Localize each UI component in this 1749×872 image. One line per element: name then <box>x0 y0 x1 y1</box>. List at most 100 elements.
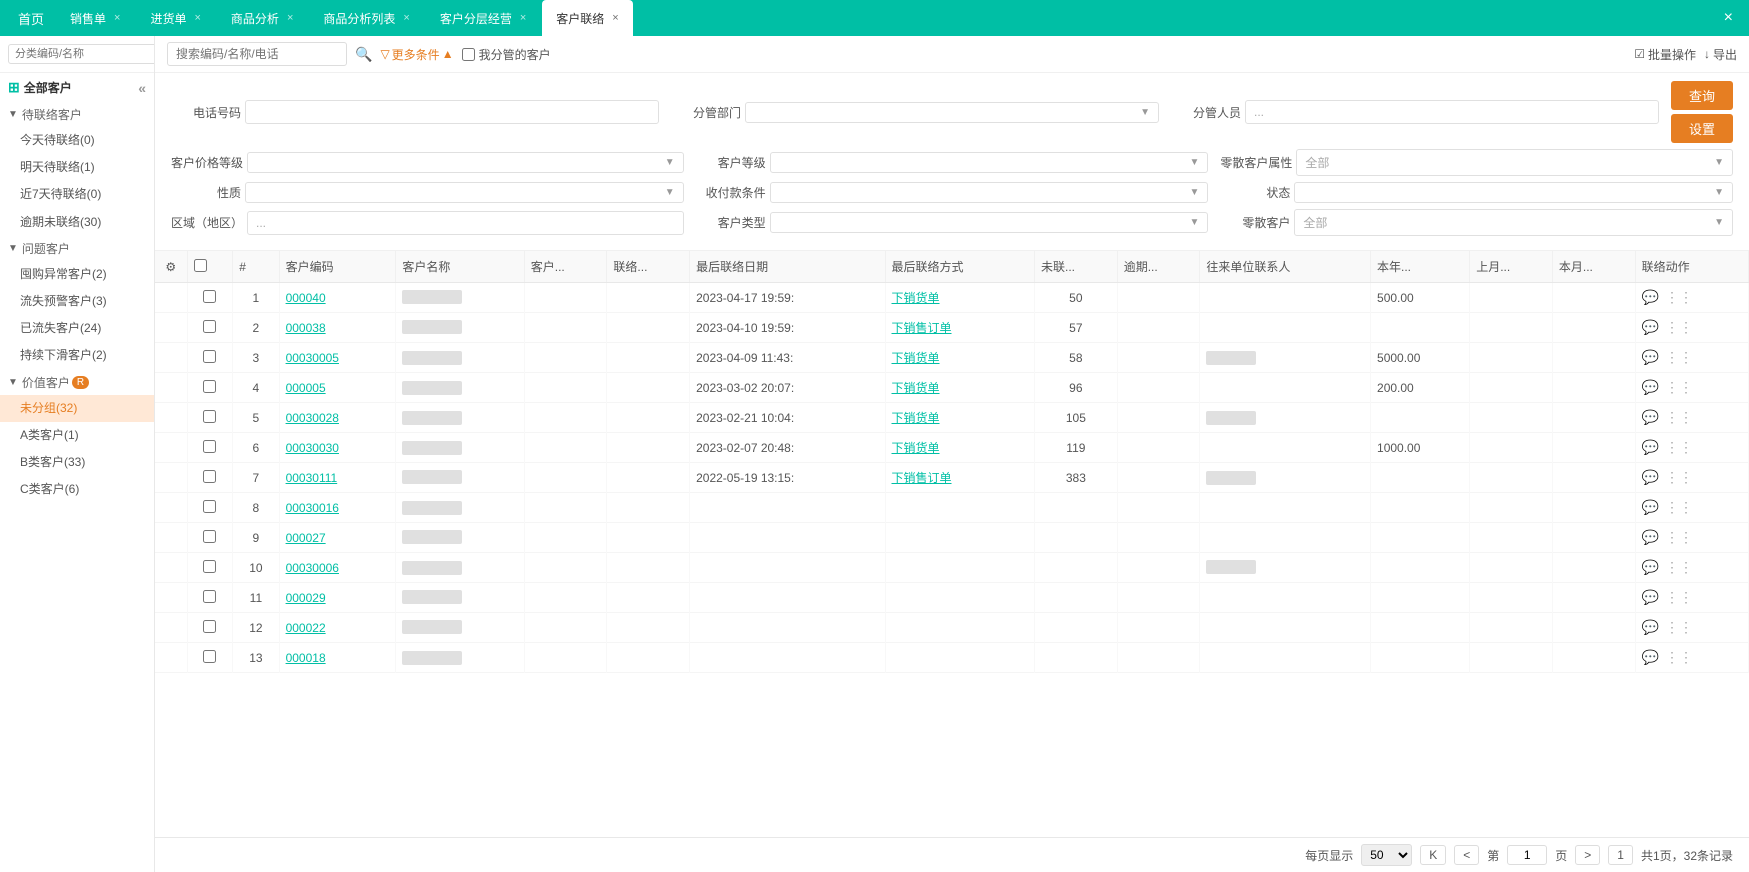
filter-scatter-attr-dropdown[interactable]: 全部 ▼ <box>1296 149 1733 176</box>
sidebar-group-value[interactable]: ▼ 价值客户 R <box>0 370 154 395</box>
close-tab-customer-contact[interactable]: × <box>612 12 618 24</box>
sidebar-item-abnormal[interactable]: 囤购异常客户(2) <box>0 261 154 288</box>
col-no-days[interactable]: 未联... <box>1035 251 1118 283</box>
chat-icon[interactable]: 💬 <box>1642 319 1659 336</box>
row-checkbox[interactable] <box>203 320 216 333</box>
filter-manager-dropdown[interactable]: ... <box>1245 100 1659 124</box>
row-checkbox[interactable] <box>203 620 216 633</box>
col-this-year[interactable]: 本年... <box>1371 251 1470 283</box>
sidebar-item-a-class[interactable]: A类客户(1) <box>0 422 154 449</box>
reset-btn[interactable]: 设置 <box>1671 114 1733 143</box>
filter-region-dropdown[interactable]: ... <box>247 211 684 235</box>
more-action-icon[interactable]: ⋮⋮ <box>1665 379 1693 396</box>
cell-code[interactable]: 000027 <box>279 523 396 553</box>
cell-checkbox[interactable] <box>187 373 233 403</box>
row-checkbox[interactable] <box>203 350 216 363</box>
contact-method-link[interactable]: 下销货单 <box>892 381 940 395</box>
chat-icon[interactable]: 💬 <box>1642 589 1659 606</box>
filter-retail-customer-dropdown[interactable]: 全部 ▼ <box>1294 209 1733 236</box>
next-page-btn[interactable]: > <box>1575 845 1600 865</box>
close-tab-customer-segment[interactable]: × <box>520 12 526 24</box>
chat-icon[interactable]: 💬 <box>1642 499 1659 516</box>
contact-method-link[interactable]: 下销货单 <box>892 411 940 425</box>
sidebar-item-churn-warning[interactable]: 流失预警客户(3) <box>0 288 154 315</box>
contact-method-link[interactable]: 下销售订单 <box>892 471 952 485</box>
cell-code[interactable]: 00030111 <box>279 463 396 493</box>
cell-checkbox[interactable] <box>187 553 233 583</box>
cell-last-contact-method[interactable] <box>885 583 1035 613</box>
last-page-btn[interactable]: 1 <box>1608 845 1633 865</box>
filter-nature-dropdown[interactable]: ▼ <box>245 182 684 203</box>
cell-last-contact-method[interactable] <box>885 553 1035 583</box>
contact-method-link[interactable]: 下销货单 <box>892 351 940 365</box>
filter-search-input[interactable] <box>167 42 347 66</box>
cell-checkbox[interactable] <box>187 643 233 673</box>
chat-icon[interactable]: 💬 <box>1642 289 1659 306</box>
row-checkbox[interactable] <box>203 650 216 663</box>
export-btn[interactable]: ↓ 导出 <box>1704 46 1737 63</box>
chat-icon[interactable]: 💬 <box>1642 529 1659 546</box>
nav-home[interactable]: 首页 <box>8 9 54 28</box>
chat-icon[interactable]: 💬 <box>1642 349 1659 366</box>
cell-code[interactable]: 000022 <box>279 613 396 643</box>
col-overdue[interactable]: 逾期... <box>1117 251 1200 283</box>
cell-code[interactable]: 000038 <box>279 313 396 343</box>
nav-tab-product-analysis[interactable]: 商品分析 × <box>217 0 307 36</box>
cell-checkbox[interactable] <box>187 403 233 433</box>
cell-last-contact-method[interactable]: 下销货单 <box>885 433 1035 463</box>
sidebar-item-b-class[interactable]: B类客户(33) <box>0 449 154 476</box>
cell-last-contact-method[interactable]: 下销售订单 <box>885 463 1035 493</box>
chat-icon[interactable]: 💬 <box>1642 409 1659 426</box>
nav-tab-sales[interactable]: 销售单 × <box>56 0 134 36</box>
row-checkbox[interactable] <box>203 560 216 573</box>
row-checkbox[interactable] <box>203 530 216 543</box>
cell-last-contact-method[interactable]: 下销货单 <box>885 283 1035 313</box>
more-action-icon[interactable]: ⋮⋮ <box>1665 589 1693 606</box>
cell-checkbox[interactable] <box>187 283 233 313</box>
cell-checkbox[interactable] <box>187 313 233 343</box>
contact-method-link[interactable]: 下销售订单 <box>892 321 952 335</box>
sidebar-item-no-group[interactable]: 未分组(32) <box>0 395 154 422</box>
sidebar-group-problem[interactable]: ▼ 问题客户 <box>0 236 154 261</box>
filter-phone-input[interactable] <box>245 100 659 124</box>
close-tab-sales[interactable]: × <box>114 12 120 24</box>
cell-last-contact-method[interactable]: 下销货单 <box>885 343 1035 373</box>
cell-checkbox[interactable] <box>187 583 233 613</box>
cell-last-contact-method[interactable] <box>885 643 1035 673</box>
close-all-btn[interactable]: × <box>1716 9 1741 27</box>
cell-checkbox[interactable] <box>187 613 233 643</box>
nav-tab-customer-segment[interactable]: 客户分层经营 × <box>426 0 540 36</box>
contact-method-link[interactable]: 下销货单 <box>892 441 940 455</box>
col-last-contact-date[interactable]: 最后联络日期 <box>690 251 885 283</box>
col-name[interactable]: 客户名称 <box>396 251 524 283</box>
sidebar-item-c-class[interactable]: C类客户(6) <box>0 476 154 503</box>
row-checkbox[interactable] <box>203 440 216 453</box>
cell-code[interactable]: 000040 <box>279 283 396 313</box>
cell-checkbox[interactable] <box>187 433 233 463</box>
close-tab-product-analysis[interactable]: × <box>287 12 293 24</box>
page-number-input[interactable] <box>1507 845 1547 865</box>
more-action-icon[interactable]: ⋮⋮ <box>1665 649 1693 666</box>
row-checkbox[interactable] <box>203 500 216 513</box>
sidebar-collapse-btn[interactable]: « <box>138 80 146 96</box>
sidebar-search-input[interactable] <box>8 44 155 64</box>
cell-checkbox[interactable] <box>187 523 233 553</box>
sidebar-item-tomorrow[interactable]: 明天待联络(1) <box>0 154 154 181</box>
row-checkbox[interactable] <box>203 590 216 603</box>
filter-status-dropdown[interactable]: ▼ <box>1294 182 1733 203</box>
cell-last-contact-method[interactable]: 下销货单 <box>885 373 1035 403</box>
cell-code[interactable]: 000018 <box>279 643 396 673</box>
chat-icon[interactable]: 💬 <box>1642 559 1659 576</box>
my-customer-filter[interactable]: 我分管的客户 <box>462 46 551 63</box>
all-customers-header[interactable]: ⊞ 全部客户 « <box>0 73 154 102</box>
sidebar-item-declining[interactable]: 持续下滑客户(2) <box>0 342 154 369</box>
more-action-icon[interactable]: ⋮⋮ <box>1665 319 1693 336</box>
more-action-icon[interactable]: ⋮⋮ <box>1665 349 1693 366</box>
cell-code[interactable]: 00030006 <box>279 553 396 583</box>
nav-tab-customer-contact[interactable]: 客户联络 × <box>542 0 632 36</box>
close-tab-product-list[interactable]: × <box>403 12 409 24</box>
cell-checkbox[interactable] <box>187 493 233 523</box>
col-this-month[interactable]: 本月... <box>1552 251 1635 283</box>
select-all-checkbox[interactable] <box>194 259 207 272</box>
chat-icon[interactable]: 💬 <box>1642 379 1659 396</box>
